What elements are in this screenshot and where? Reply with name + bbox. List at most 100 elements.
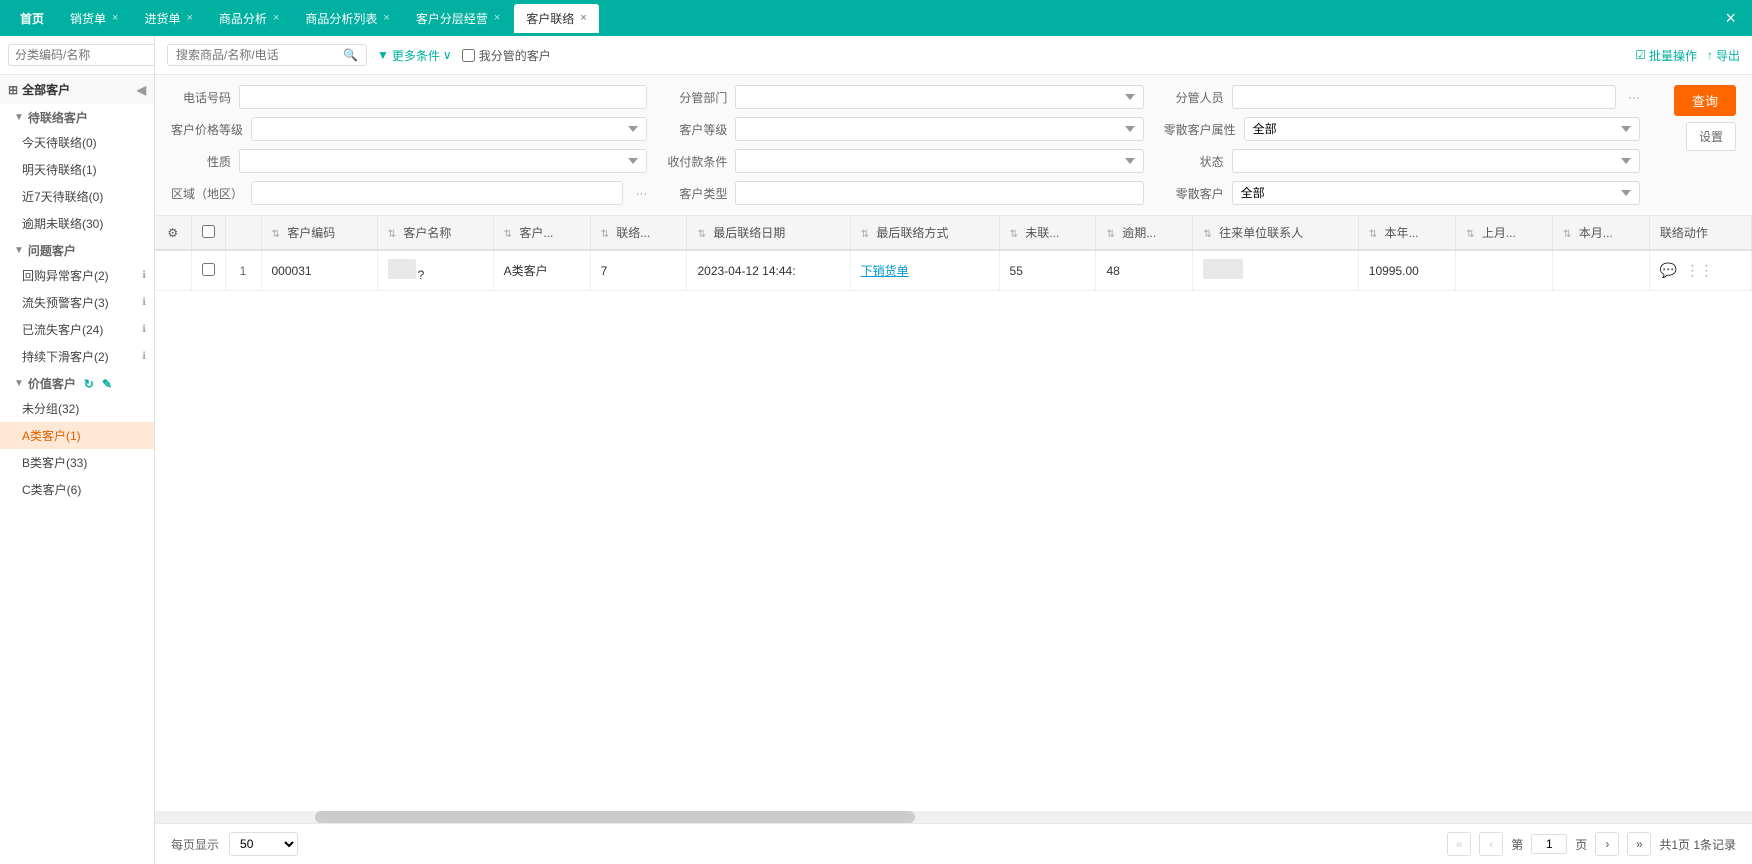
phone-input[interactable] [239,85,647,109]
batch-op-label: 批量操作 [1649,47,1697,64]
select-all-checkbox[interactable] [202,225,215,238]
sidebar-item-declining[interactable]: 持续下滑客户(2) ℹ [0,343,154,370]
region-field: 区域（地区） ··· [171,181,647,205]
code-sort-icon[interactable]: ⇅ [272,229,280,240]
sidebar-item-churned[interactable]: 已流失客户(24) ℹ [0,316,154,343]
this-year-sort-icon[interactable]: ⇅ [1369,229,1377,240]
payment-select[interactable] [735,149,1143,173]
last-month-sort-icon[interactable]: ⇅ [1466,229,1474,240]
tab-customer-contact-close[interactable]: × [580,12,586,24]
th-type: ⇅ 客户... [493,216,590,250]
tab-product-analysis-list[interactable]: 商品分析列表 × [293,4,401,33]
th-unit-contact: ⇅ 往来单位联系人 [1193,216,1358,250]
sidebar-all-customers[interactable]: ⊞ 全部客户 ◀ [0,75,154,104]
filter-icon: ▼ [377,48,389,62]
settings-button[interactable]: 设置 [1686,122,1736,151]
tab-sales-order[interactable]: 销货单 × [58,4,130,33]
price-tier-select[interactable] [251,117,647,141]
tab-home-label: 首页 [20,10,44,27]
unit-contact-sort-icon[interactable]: ⇅ [1203,229,1211,240]
customer-tier-select[interactable] [735,117,1143,141]
value-customers-group[interactable]: ▼ 价值客户 ↻ ✎ [0,370,154,395]
tab-customer-tier[interactable]: 客户分层经营 × [404,4,512,33]
more-filters-button[interactable]: ▼ 更多条件 ∨ [377,47,452,64]
overdue-sort-icon[interactable]: ⇅ [1106,229,1114,240]
customer-type-input[interactable] [735,181,1143,205]
more-action-icon[interactable]: ⋮⋮ [1685,262,1713,279]
region-dots[interactable]: ··· [635,186,647,200]
sidebar-item-a-class[interactable]: A类客户(1) [0,422,154,449]
dept-label: 分管部门 [667,89,727,106]
table-scrollbar[interactable] [155,811,1752,823]
th-gear: ⚙ [155,216,191,250]
tab-purchase[interactable]: 进货单 × [132,4,204,33]
refresh-icon[interactable]: ↻ [84,377,94,391]
last-date-sort-icon[interactable]: ⇅ [697,229,705,240]
row-checkbox[interactable] [202,263,215,276]
problem-customers-group[interactable]: ▼ 问题客户 [0,237,154,262]
sidebar-search-input[interactable] [8,44,155,66]
sidebar-item-7days[interactable]: 近7天待联络(0) [0,183,154,210]
tab-home[interactable]: 首页 [8,4,56,33]
td-code: 000031 [261,250,377,291]
content-area: 🔍 ▼ 更多条件 ∨ 我分管的客户 ☑ 批量操作 ↑ 导出 [155,36,1752,864]
query-button[interactable]: 查询 [1674,85,1736,116]
payment-field: 收付款条件 [667,149,1143,173]
page-number-input[interactable] [1531,834,1567,854]
th-actions-label: 联络动作 [1660,226,1708,240]
retail-customer-select[interactable]: 全部 [1232,181,1640,205]
my-customers-check[interactable] [462,49,475,62]
sidebar-item-abnormal[interactable]: 回购异常客户(2) ℹ [0,262,154,289]
this-month-sort-icon[interactable]: ⇅ [1563,229,1571,240]
collapse-icon[interactable]: ◀ [137,83,146,97]
my-customers-checkbox: 我分管的客户 [462,47,551,64]
first-page-button[interactable]: « [1447,832,1471,856]
tab-product-analysis-list-close[interactable]: × [383,12,389,24]
close-all-button[interactable]: × [1717,8,1744,29]
sidebar-item-tomorrow[interactable]: 明天待联络(1) [0,156,154,183]
prev-page-button[interactable]: ‹ [1479,832,1503,856]
edit-value-icon[interactable]: ✎ [102,377,112,391]
filter-search-box: 🔍 [167,44,367,66]
contact-icon[interactable]: 💬 [1660,262,1677,279]
type-sort-icon[interactable]: ⇅ [504,229,512,240]
sidebar-item-churn-warning[interactable]: 流失预警客户(3) ℹ [0,289,154,316]
retail-attr-select[interactable]: 全部 [1244,117,1640,141]
nature-select[interactable] [239,149,647,173]
tab-sales-label: 销货单 [70,10,106,27]
manager-dots[interactable]: ··· [1628,90,1640,104]
tab-purchase-close[interactable]: × [186,12,192,24]
td-overdue: 48 [1096,250,1193,291]
dept-select[interactable] [735,85,1143,109]
filter-search-icon[interactable]: 🔍 [343,48,358,62]
churned-info-icon: ℹ [142,324,146,335]
sidebar-item-overdue[interactable]: 逾期未联络(30) [0,210,154,237]
sidebar-item-ungrouped[interactable]: 未分组(32) [0,395,154,422]
sidebar-item-today[interactable]: 今天待联络(0) [0,129,154,156]
sidebar-item-c-class[interactable]: C类客户(6) [0,476,154,503]
tab-customer-contact[interactable]: 客户联络 × [514,4,598,33]
manager-input[interactable] [1232,85,1616,109]
last-method-sort-icon[interactable]: ⇅ [861,229,869,240]
next-page-button[interactable]: › [1595,832,1619,856]
sidebar-item-b-class[interactable]: B类客户(33) [0,449,154,476]
filter-search-input[interactable] [176,48,343,62]
tab-sales-close[interactable]: × [112,12,118,24]
tab-customer-tier-close[interactable]: × [494,12,500,24]
page-size-select[interactable]: 50 10 20 100 [229,832,298,856]
customer-tier-label: 客户等级 [667,121,727,138]
last-method-link[interactable]: 下销货单 [861,264,909,278]
name-sort-icon[interactable]: ⇅ [388,229,396,240]
status-select[interactable] [1232,149,1640,173]
pending-contact-group[interactable]: ▼ 待联络客户 [0,104,154,129]
region-input[interactable] [251,181,623,205]
batch-op-button[interactable]: ☑ 批量操作 [1635,47,1697,64]
contact-sort-icon[interactable]: ⇅ [601,229,609,240]
last-page-button[interactable]: » [1627,832,1651,856]
uncontacted-sort-icon[interactable]: ⇅ [1010,229,1018,240]
gear-icon[interactable]: ⚙ [167,226,178,240]
tab-product-analysis[interactable]: 商品分析 × [207,4,291,33]
export-button[interactable]: ↑ 导出 [1707,47,1740,64]
customers-table: ⚙ ⇅ 客户编码 ⇅ 客户名称 [155,216,1752,291]
tab-product-analysis-close[interactable]: × [273,12,279,24]
